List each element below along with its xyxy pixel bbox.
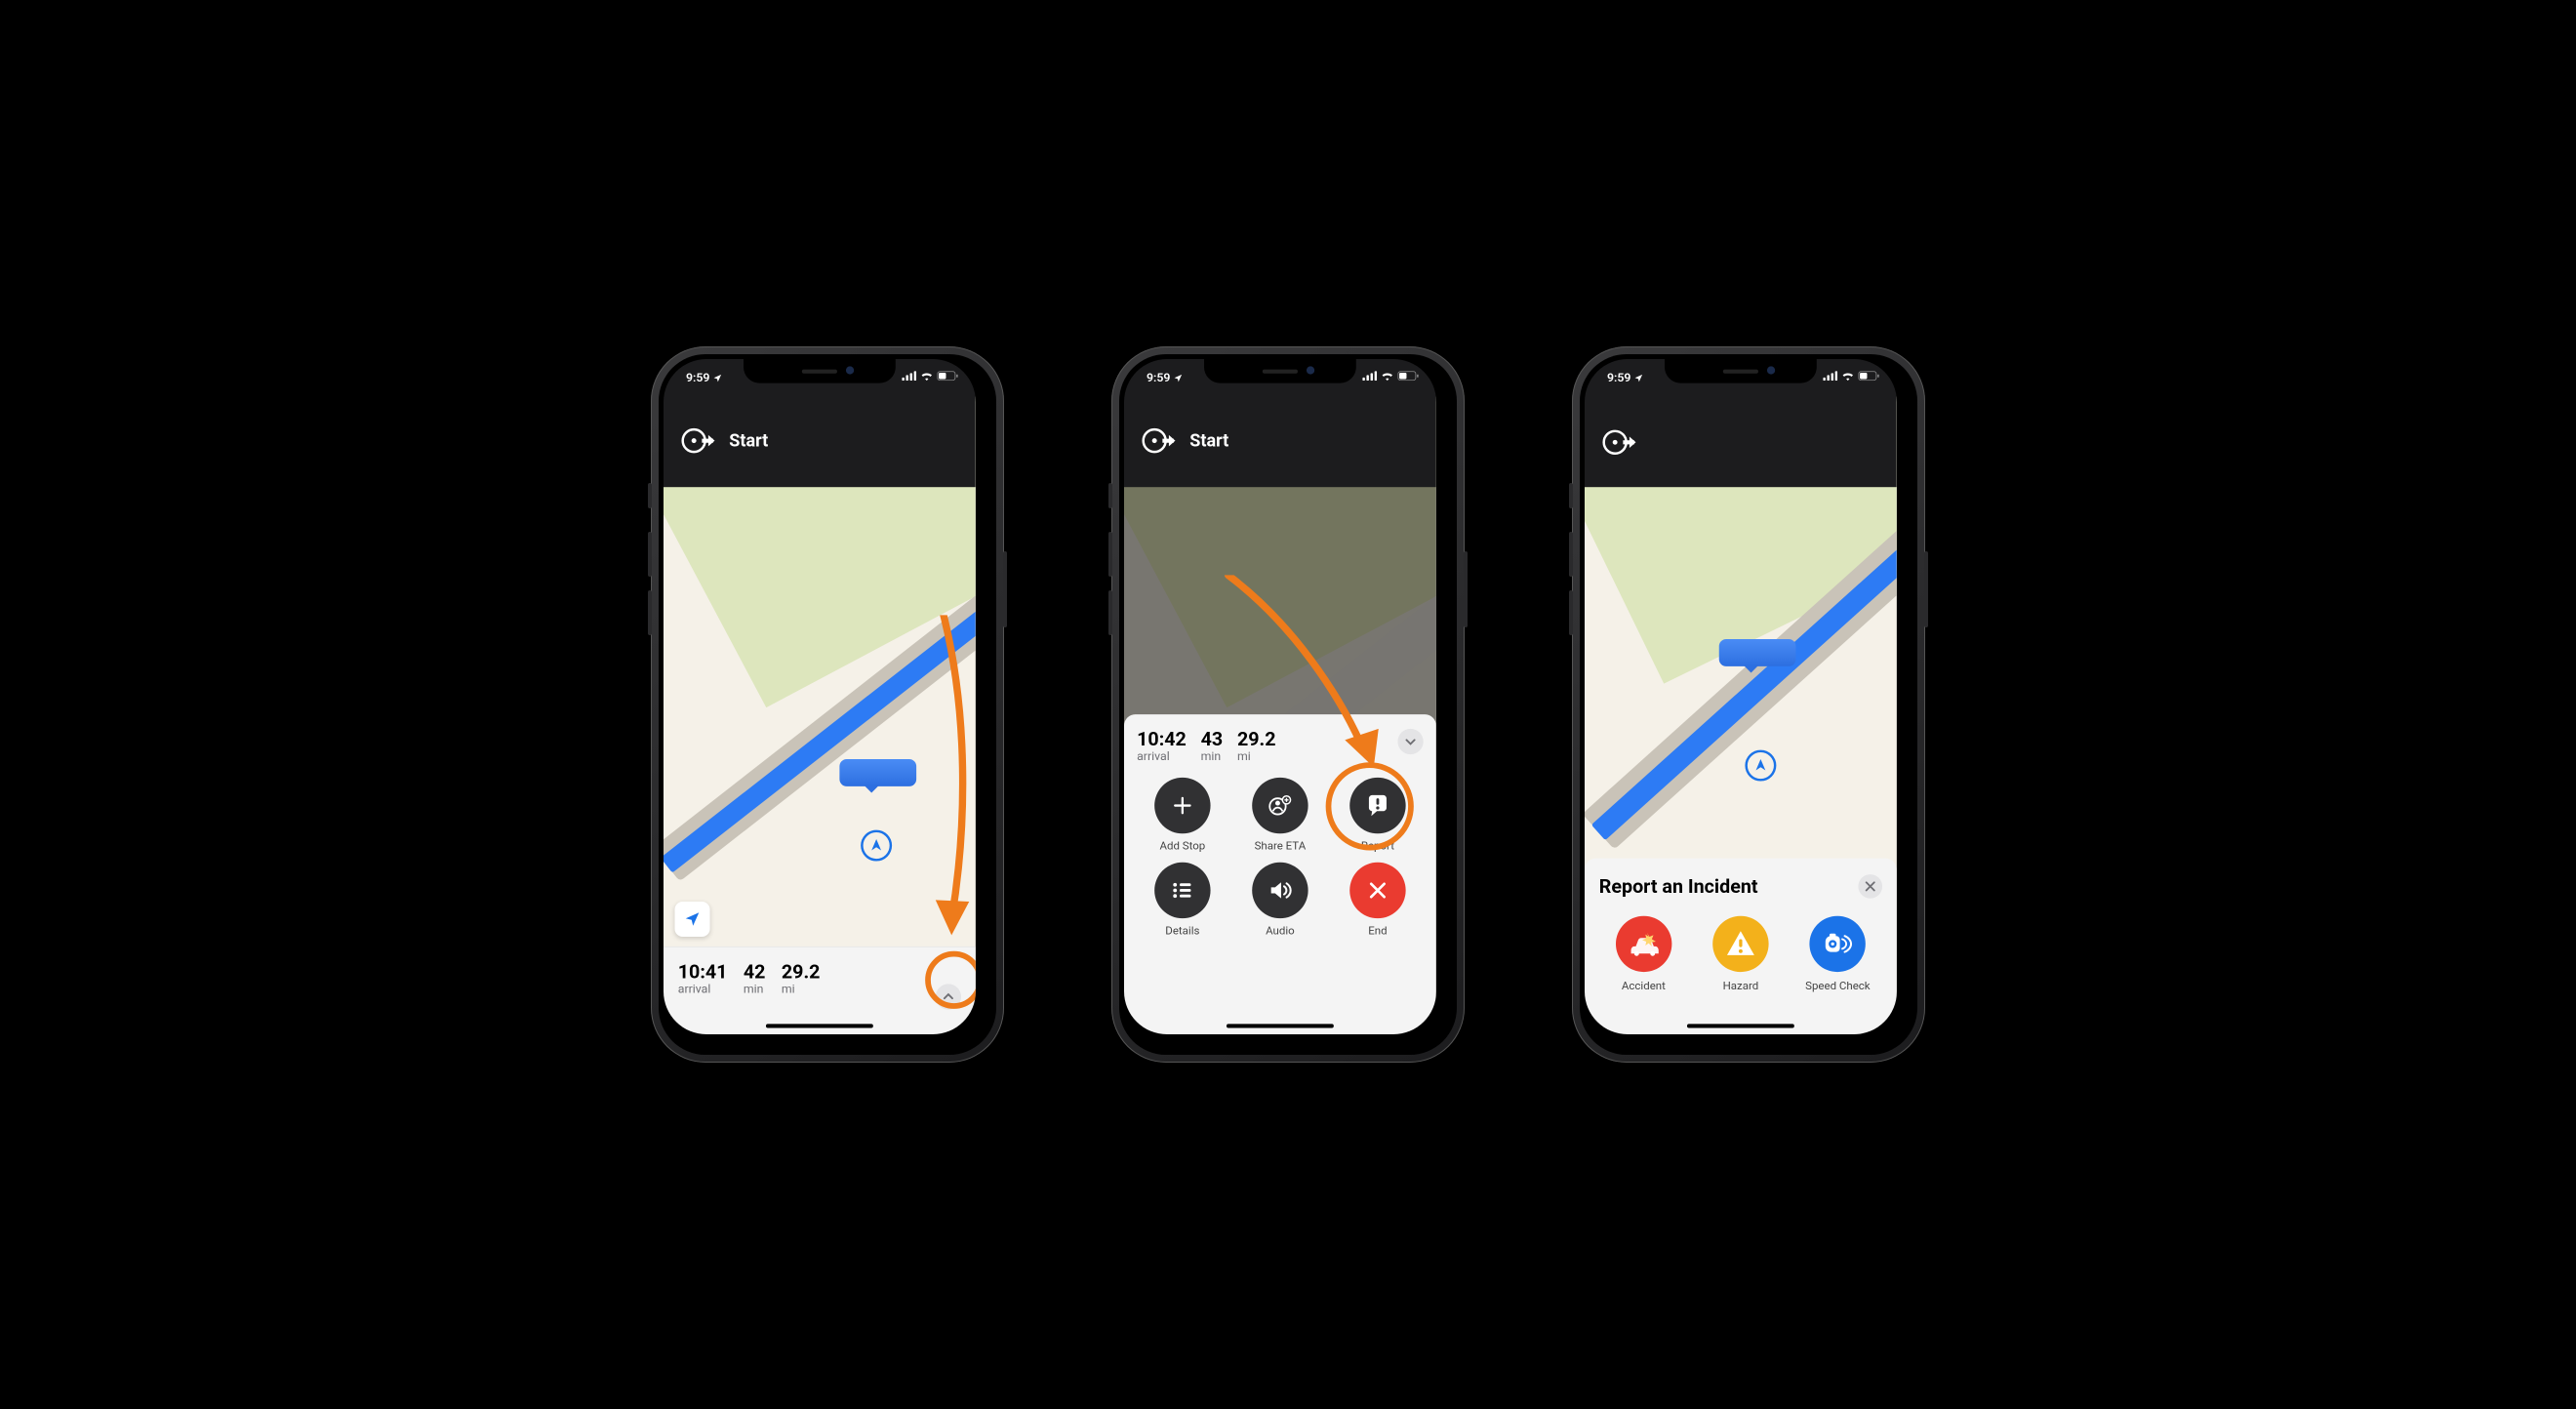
eta-duration: 42 min xyxy=(744,961,766,995)
speed-check-label: Speed Check xyxy=(1805,980,1870,992)
eta-duration-value: 43 xyxy=(1201,729,1224,750)
eta-distance: 29.2 mi xyxy=(1237,729,1276,763)
accident-label: Accident xyxy=(1622,980,1666,992)
location-arrow-icon xyxy=(1174,373,1183,382)
add-stop-action[interactable]: Add Stop xyxy=(1137,778,1228,853)
eta-distance-label: mi xyxy=(1237,749,1276,763)
eta-distance-label: mi xyxy=(782,983,821,996)
hazard-icon xyxy=(1724,928,1756,960)
hazard-label: Hazard xyxy=(1722,980,1758,992)
chevron-up-icon xyxy=(943,990,955,1003)
audio-label: Audio xyxy=(1266,925,1295,938)
add-stop-label: Add Stop xyxy=(1160,840,1206,853)
report-label: Report xyxy=(1361,840,1394,853)
turn-direction-icon xyxy=(1600,424,1635,460)
report-action[interactable]: Report xyxy=(1332,778,1423,853)
current-location-puck xyxy=(1745,749,1777,782)
status-time-text: 9:59 xyxy=(1607,370,1630,384)
phone-frame-1: 9:59 Start 10 xyxy=(651,346,1004,1063)
accident-icon xyxy=(1626,926,1661,961)
notch xyxy=(1665,359,1817,383)
route-callout[interactable] xyxy=(840,759,917,786)
speed-check-icon xyxy=(1821,927,1854,960)
battery-icon xyxy=(1858,371,1878,381)
eta-duration: 43 min xyxy=(1201,729,1224,763)
current-location-puck xyxy=(861,829,893,862)
home-indicator[interactable] xyxy=(1687,1024,1794,1027)
location-arrow-icon xyxy=(684,910,702,928)
eta-distance-value: 29.2 xyxy=(782,961,821,983)
eta-duration-value: 42 xyxy=(744,961,766,983)
share-eta-icon xyxy=(1267,791,1294,819)
notch xyxy=(1204,359,1356,383)
nav-direction-label: Start xyxy=(730,430,769,451)
status-time-text: 9:59 xyxy=(1147,370,1170,384)
eta-panel-collapsed[interactable]: 10:41 arrival 42 min 29.2 mi xyxy=(664,946,976,1034)
collapse-panel-button[interactable] xyxy=(1398,729,1424,754)
report-hazard[interactable]: Hazard xyxy=(1696,916,1785,993)
wifi-icon xyxy=(1381,371,1393,381)
report-panel-title: Report an Incident xyxy=(1599,875,1758,898)
list-icon xyxy=(1171,879,1193,902)
phone-frame-3: 9:59 Report an Incident xyxy=(1572,346,1925,1063)
report-accident[interactable]: Accident xyxy=(1599,916,1688,993)
chevron-down-icon xyxy=(1404,735,1417,747)
location-arrow-icon xyxy=(713,373,722,382)
status-time-text: 9:59 xyxy=(686,370,709,384)
cellular-icon xyxy=(1823,371,1837,381)
close-icon xyxy=(1865,881,1875,892)
expand-panel-button[interactable] xyxy=(936,984,961,1009)
report-bubble-icon xyxy=(1364,791,1391,819)
recenter-button[interactable] xyxy=(675,902,710,937)
turn-direction-icon xyxy=(680,423,715,459)
cellular-icon xyxy=(903,371,917,381)
share-eta-action[interactable]: Share ETA xyxy=(1234,778,1325,853)
end-action[interactable]: End xyxy=(1332,863,1423,938)
status-indicators xyxy=(903,371,958,381)
eta-duration-label: min xyxy=(1201,749,1224,763)
share-eta-label: Share ETA xyxy=(1255,840,1307,853)
eta-arrival-value: 10:42 xyxy=(1137,729,1187,750)
eta-distance-value: 29.2 xyxy=(1237,729,1276,750)
wifi-icon xyxy=(1841,371,1854,381)
route-callout[interactable] xyxy=(1719,639,1796,666)
audio-action[interactable]: Audio xyxy=(1234,863,1325,938)
end-label: End xyxy=(1368,925,1387,938)
nav-direction-label: Start xyxy=(1189,430,1228,451)
report-incident-panel: Report an Incident Accident Hazard xyxy=(1585,859,1897,1034)
home-indicator[interactable] xyxy=(766,1024,873,1027)
battery-icon xyxy=(1398,371,1419,381)
details-action[interactable]: Details xyxy=(1137,863,1228,938)
details-label: Details xyxy=(1165,925,1199,938)
notch xyxy=(744,359,896,383)
wifi-icon xyxy=(921,371,934,381)
battery-icon xyxy=(938,371,958,381)
x-icon xyxy=(1367,879,1389,902)
eta-arrival: 10:41 arrival xyxy=(678,961,728,995)
status-time: 9:59 xyxy=(686,370,722,384)
eta-distance: 29.2 mi xyxy=(782,961,821,995)
eta-arrival-value: 10:41 xyxy=(678,961,728,983)
eta-arrival-label: arrival xyxy=(678,983,728,996)
plus-icon xyxy=(1171,794,1193,817)
eta-arrival-label: arrival xyxy=(1137,749,1187,763)
turn-direction-icon xyxy=(1140,423,1175,459)
location-arrow-icon xyxy=(1634,373,1643,382)
eta-arrival: 10:42 arrival xyxy=(1137,729,1187,763)
eta-duration-label: min xyxy=(744,983,766,996)
close-panel-button[interactable] xyxy=(1858,874,1882,899)
phone-frame-2: 9:59 Start 10:42 arrival 4 xyxy=(1111,346,1465,1063)
home-indicator[interactable] xyxy=(1227,1024,1334,1027)
eta-panel-expanded: 10:42 arrival 43 min 29.2 mi Ad xyxy=(1124,714,1436,1034)
cellular-icon xyxy=(1362,371,1377,381)
report-speed-check[interactable]: Speed Check xyxy=(1793,916,1882,993)
speaker-icon xyxy=(1268,878,1293,903)
